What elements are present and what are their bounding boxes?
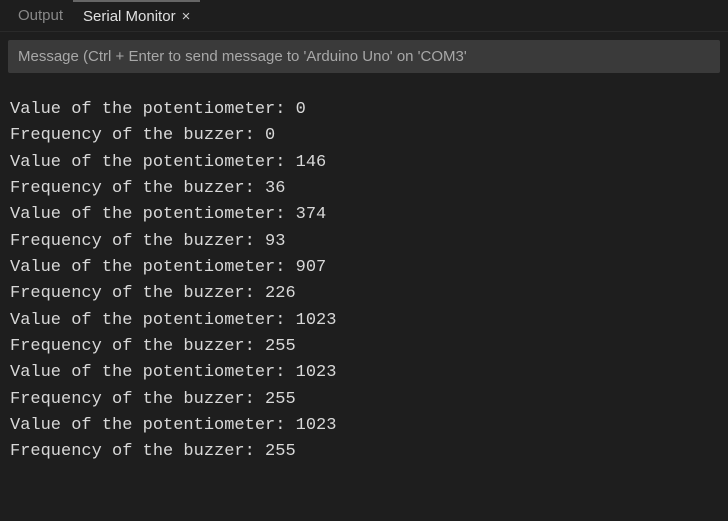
console-line: Frequency of the buzzer: 36	[10, 176, 718, 202]
tab-output-label: Output	[18, 7, 63, 24]
console-line: Frequency of the buzzer: 226	[10, 281, 718, 307]
message-placeholder: Message (Ctrl + Enter to send message to…	[18, 48, 467, 65]
message-input[interactable]: Message (Ctrl + Enter to send message to…	[8, 40, 720, 73]
tab-serial-monitor[interactable]: Serial Monitor ×	[73, 0, 200, 31]
console-line: Value of the potentiometer: 1023	[10, 360, 718, 386]
console-line: Value of the potentiometer: 146	[10, 150, 718, 176]
console-line: Value of the potentiometer: 374	[10, 202, 718, 228]
close-icon[interactable]: ×	[182, 9, 191, 24]
console-line: Frequency of the buzzer: 93	[10, 229, 718, 255]
console-line: Value of the potentiometer: 1023	[10, 413, 718, 439]
tabs-bar: Output Serial Monitor ×	[0, 0, 728, 32]
tab-output[interactable]: Output	[8, 0, 73, 31]
console-line: Value of the potentiometer: 907	[10, 255, 718, 281]
console-line: Frequency of the buzzer: 255	[10, 439, 718, 465]
console-line: Frequency of the buzzer: 0	[10, 123, 718, 149]
console-line: Frequency of the buzzer: 255	[10, 387, 718, 413]
serial-console-output: Value of the potentiometer: 0Frequency o…	[0, 73, 728, 476]
console-line: Value of the potentiometer: 0	[10, 97, 718, 123]
tab-serial-monitor-label: Serial Monitor	[83, 8, 176, 25]
console-line: Frequency of the buzzer: 255	[10, 334, 718, 360]
console-line: Value of the potentiometer: 1023	[10, 308, 718, 334]
